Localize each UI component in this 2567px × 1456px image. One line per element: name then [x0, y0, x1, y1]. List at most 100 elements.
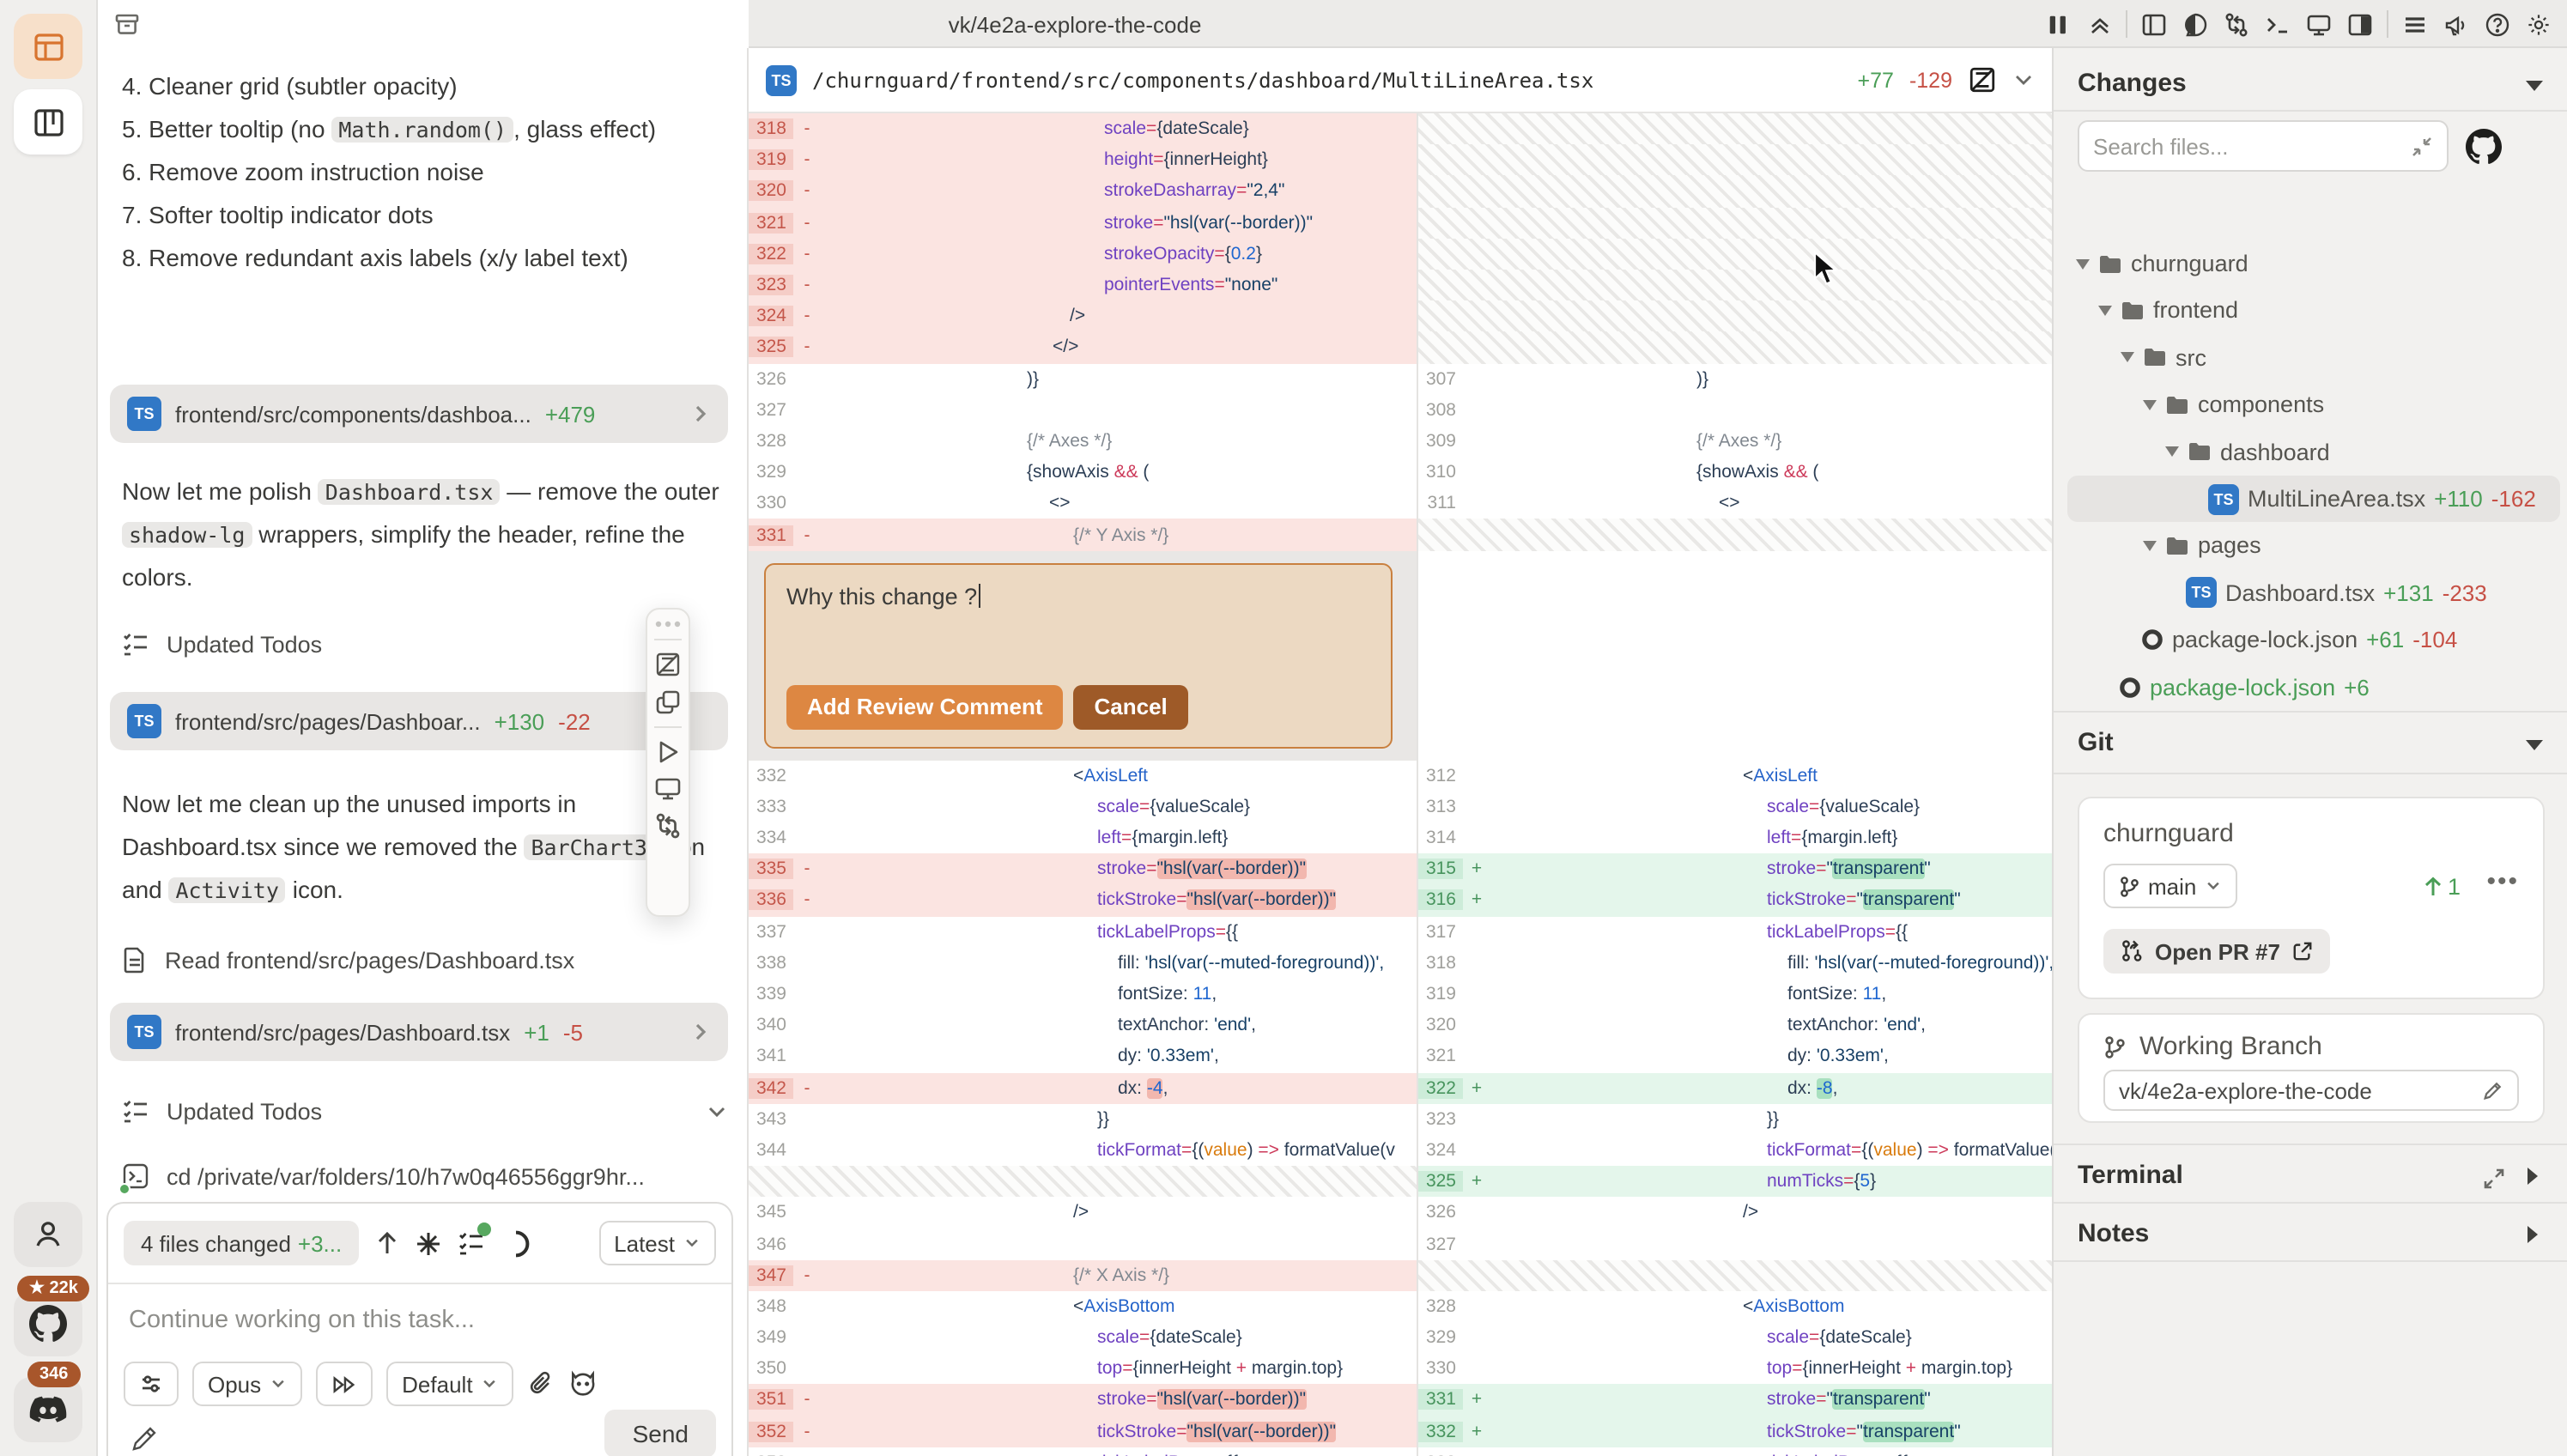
diff-filler-row[interactable]	[1418, 144, 2052, 175]
chevron-right-icon[interactable]	[2526, 1226, 2543, 1243]
diff-code-row[interactable]: 332<AxisLeft	[749, 760, 1417, 791]
diff-code-row[interactable]: 340textAnchor: 'end',	[749, 1010, 1417, 1040]
diff-code-row[interactable]: 328<AxisBottom	[1418, 1291, 2052, 1322]
todos-icon[interactable]	[457, 1229, 486, 1257]
diff-filler-row[interactable]	[1418, 239, 2052, 270]
diff-filler-row[interactable]	[1418, 113, 2052, 144]
diff-code-row[interactable]: 330top={innerHeight + margin.top}	[1418, 1353, 2052, 1384]
diff-code-row[interactable]: 353tickLabelProps={{	[749, 1447, 1417, 1456]
caret-down-icon[interactable]	[2121, 353, 2134, 363]
tree-item-package-lock-json[interactable]: package-lock.json+61-104	[2067, 616, 2560, 663]
file-chip[interactable]: TSfrontend/src/components/dashboa...+479	[110, 385, 728, 443]
tree-item-dashboard[interactable]: dashboard	[2067, 428, 2560, 475]
diff-code-row[interactable]: 333tickLabelProps={{	[1418, 1447, 2052, 1456]
attach-paperclip-icon[interactable]	[528, 1369, 555, 1398]
updated-todos-row[interactable]: Updated Todos	[122, 1092, 728, 1130]
tree-item-src[interactable]: src	[2067, 335, 2560, 381]
search-input[interactable]: Search files...	[2078, 120, 2449, 172]
diff-code-row[interactable]: 314left={margin.left}	[1418, 822, 2052, 853]
diff-pane-new[interactable]: 307)}308309{/* Axes */}310{showAxis && (…	[1418, 113, 2052, 1456]
diff-code-row[interactable]: 339fontSize: 11,	[749, 979, 1417, 1010]
diff-code-row[interactable]: 344tickFormat={(value) => formatValue(v	[749, 1135, 1417, 1166]
tree-item-multilinearea-tsx[interactable]: TSMultiLineArea.tsx+110-162	[2067, 476, 2560, 522]
diff-filler-row[interactable]	[1418, 207, 2052, 238]
expand-icon[interactable]	[2483, 1168, 2505, 1190]
files-changed-pill[interactable]: 4 files changed +3...	[124, 1221, 359, 1265]
diff-code-row[interactable]: 333scale={valueScale}	[749, 792, 1417, 822]
diff-code-row[interactable]: 318-scale={dateScale}	[749, 113, 1417, 144]
diff-code-row[interactable]: 327	[1418, 1228, 2052, 1259]
diff-code-row[interactable]: 351-stroke="hsl(var(--border))"	[749, 1385, 1417, 1416]
diff-code-row[interactable]: 332+tickStroke="transparent"	[1418, 1416, 2052, 1447]
diff-code-row[interactable]: 336-tickStroke="hsl(var(--border))"	[749, 885, 1417, 916]
mode-dropdown[interactable]: Default	[386, 1362, 513, 1406]
caret-down-icon[interactable]	[2143, 399, 2157, 410]
diff-pane-old[interactable]: 318-scale={dateScale}319-height={innerHe…	[749, 113, 1418, 1456]
spark-icon[interactable]	[416, 1230, 441, 1256]
diff-code-row[interactable]: 322-strokeOpacity={0.2}	[749, 239, 1417, 270]
send-button[interactable]: Send	[605, 1410, 716, 1456]
tree-item-churnguard[interactable]: churnguard	[2067, 240, 2560, 287]
diff-code-row[interactable]: 313scale={valueScale}	[1418, 792, 2052, 822]
diff-code-row[interactable]: 315+stroke="transparent"	[1418, 853, 2052, 884]
diff-code-row[interactable]: 328{/* Axes */}	[749, 426, 1417, 457]
caret-down-icon[interactable]	[2076, 258, 2090, 269]
diff-filler-row[interactable]	[749, 1166, 1417, 1197]
diff-code-row[interactable]: 325-</>	[749, 332, 1417, 363]
menu-icon[interactable]	[2400, 9, 2430, 39]
diff-code-row[interactable]: 318fill: 'hsl(var(--muted-foreground))',	[1418, 948, 2052, 979]
chevron-down-icon[interactable]	[2012, 69, 2035, 91]
caret-down-icon[interactable]	[2143, 541, 2157, 551]
tree-item-dashboard-tsx[interactable]: TSDashboard.tsx+131-233	[2067, 570, 2560, 616]
diff-code-row[interactable]: 319-height={innerHeight}	[749, 144, 1417, 175]
drag-handle-icon[interactable]	[654, 620, 682, 628]
diff-code-row[interactable]: 324tickFormat={(value) => formatValue(v	[1418, 1135, 2052, 1166]
notification-bubble-icon[interactable]	[2181, 9, 2210, 39]
settings-gear-icon[interactable]	[2524, 9, 2553, 39]
panel-left-icon[interactable]	[2139, 9, 2169, 39]
diff-code-row[interactable]: 335-stroke="hsl(var(--border))"	[749, 853, 1417, 884]
help-icon[interactable]	[2483, 9, 2512, 39]
diff-code-row[interactable]: 334left={margin.left}	[749, 822, 1417, 853]
terminal-icon[interactable]	[2263, 9, 2292, 39]
archive-icon[interactable]	[113, 10, 141, 38]
diff-filler-row[interactable]	[1418, 270, 2052, 300]
diff-code-row[interactable]: 320-strokeDasharray="2,4"	[749, 176, 1417, 207]
tree-item-pages[interactable]: pages	[2067, 523, 2560, 569]
github-octocat-icon[interactable]	[2466, 129, 2502, 165]
caret-down-icon[interactable]	[2165, 446, 2179, 457]
diff-code-row[interactable]: 348<AxisBottom	[749, 1291, 1417, 1322]
megaphone-icon[interactable]	[2442, 9, 2471, 39]
diff-code-row[interactable]: 311<>	[1418, 488, 2052, 519]
diff-code-row[interactable]: 312<AxisLeft	[1418, 760, 2052, 791]
arrow-up-icon[interactable]	[374, 1229, 400, 1257]
zed-icon[interactable]	[654, 651, 682, 678]
file-chip[interactable]: TSfrontend/src/pages/Dashboar...+130-22	[110, 692, 728, 750]
model-dropdown[interactable]: Opus	[192, 1362, 302, 1406]
diff-code-row[interactable]: 327	[749, 394, 1417, 425]
play-icon[interactable]	[655, 738, 681, 766]
chevron-down-icon[interactable]	[2526, 79, 2543, 96]
diff-code-row[interactable]: 349scale={dateScale}	[749, 1322, 1417, 1353]
diff-filler-row[interactable]	[1418, 519, 2052, 550]
diff-filler-row[interactable]	[1418, 176, 2052, 207]
panel-right-icon[interactable]	[2345, 9, 2375, 39]
diff-code-row[interactable]: 329scale={dateScale}	[1418, 1322, 2052, 1353]
diff-code-row[interactable]: 325+numTicks={5}	[1418, 1166, 2052, 1197]
diff-code-row[interactable]: 350top={innerHeight + margin.top}	[749, 1353, 1417, 1384]
add-review-comment-button[interactable]: Add Review Comment	[786, 684, 1064, 729]
collapse-up-icon[interactable]	[2085, 9, 2114, 39]
pause-icon[interactable]	[2043, 9, 2072, 39]
diff-code-row[interactable]: 320textAnchor: 'end',	[1418, 1010, 2052, 1040]
diff-filler-row[interactable]	[1418, 300, 2052, 331]
caret-down-icon[interactable]	[2098, 306, 2112, 316]
diff-code-row[interactable]: 330<>	[749, 488, 1417, 519]
branch-dropdown[interactable]: main	[2103, 864, 2237, 908]
diff-code-row[interactable]: 346	[749, 1228, 1417, 1259]
push-ahead-indicator[interactable]: 1	[2424, 874, 2461, 900]
review-comment-input[interactable]: Why this change ?	[786, 583, 1370, 609]
chevron-right-icon[interactable]	[690, 403, 711, 424]
diff-code-row[interactable]: 323-pointerEvents="none"	[749, 270, 1417, 300]
chevron-down-icon[interactable]	[2526, 738, 2543, 755]
diff-code-row[interactable]: 309{/* Axes */}	[1418, 426, 2052, 457]
